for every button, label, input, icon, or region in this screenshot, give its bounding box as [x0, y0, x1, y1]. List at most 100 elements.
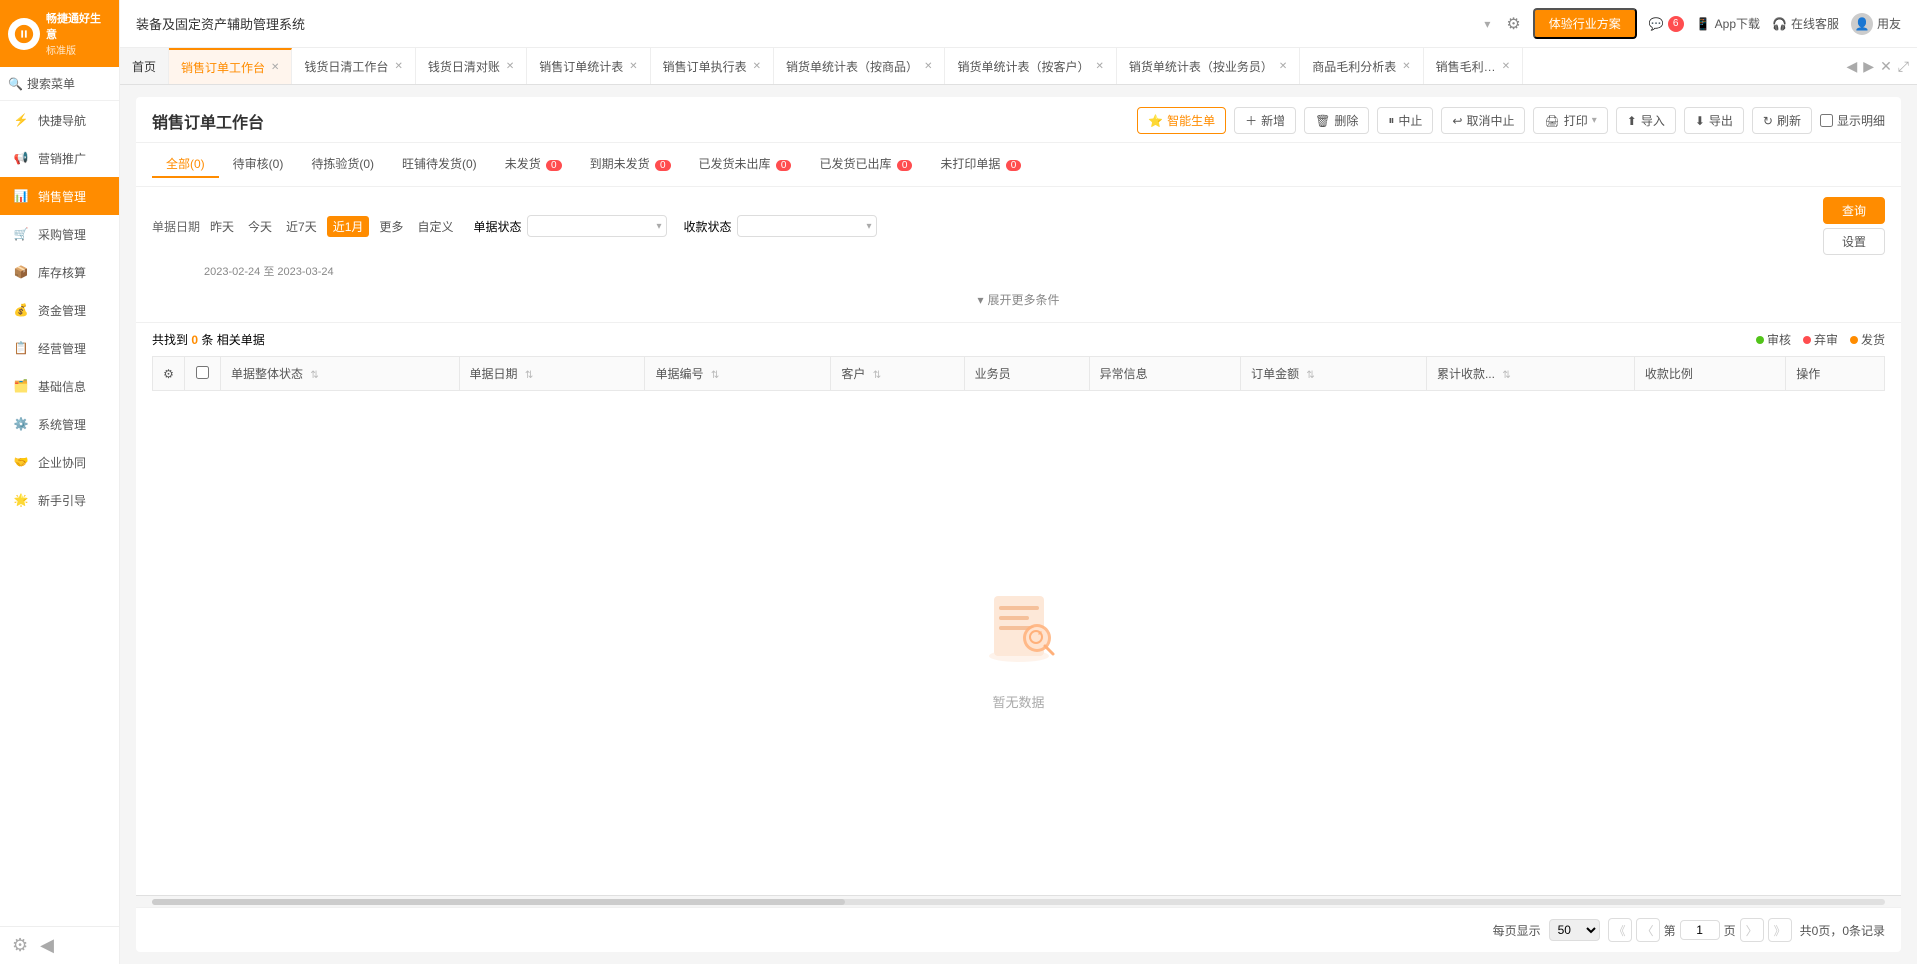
expand-conditions-button[interactable]: ▾ 展开更多条件 — [152, 287, 1885, 312]
pause-button[interactable]: ⏸ 中止 — [1377, 107, 1433, 134]
close-tab-icon[interactable]: ✕ — [506, 61, 514, 72]
sidebar-item-finance[interactable]: 💰 资金管理 — [0, 291, 119, 329]
tab-scroll-left-icon[interactable]: ◀ — [1847, 58, 1858, 75]
close-tab-icon[interactable]: ✕ — [271, 62, 279, 73]
new-button[interactable]: ＋ 新增 — [1234, 107, 1296, 134]
close-tab-icon[interactable]: ✕ — [1502, 61, 1510, 72]
page-label: 第 — [1664, 922, 1676, 939]
settings-gear-icon[interactable]: ⚙ — [12, 935, 28, 956]
next-page-button[interactable]: 〉 — [1740, 918, 1764, 942]
filter-tab-pending-check[interactable]: 待拣验货(0) — [297, 151, 388, 178]
tab-sales-order[interactable]: 销售订单工作台 ✕ — [169, 48, 292, 84]
app-download-button[interactable]: 📱 App下载 — [1696, 15, 1760, 32]
cancel-pause-button[interactable]: ↩ 取消中止 — [1441, 107, 1525, 134]
close-tab-icon[interactable]: ✕ — [1279, 61, 1287, 72]
message-button[interactable]: 💬 6 — [1649, 16, 1684, 32]
sidebar-item-search[interactable]: 🔍 搜索菜单 — [0, 67, 119, 101]
print-button[interactable]: 🖨 打印 ▾ — [1533, 107, 1607, 134]
date-option-more[interactable]: 更多 — [375, 216, 407, 237]
tab-sales-exec[interactable]: 销售订单执行表 ✕ — [651, 48, 774, 84]
status-select[interactable] — [527, 215, 667, 237]
sidebar-item-sales[interactable]: 📊 销售管理 — [0, 177, 119, 215]
gear-settings-icon[interactable]: ⚙ — [1506, 14, 1520, 34]
tab-home[interactable]: 首页 — [120, 48, 169, 84]
tab-sales-by-staff[interactable]: 销货单统计表（按业务员） ✕ — [1117, 48, 1300, 84]
filter-tab-all[interactable]: 全部(0) — [152, 151, 219, 178]
date-option-custom[interactable]: 自定义 — [413, 216, 457, 237]
print-label: 打印 — [1564, 112, 1588, 129]
show-detail-checkbox[interactable] — [1820, 114, 1833, 127]
cancel-audit-label: 弃审 — [1814, 331, 1838, 348]
sidebar-item-purchase[interactable]: 🛒 采购管理 — [0, 215, 119, 253]
close-tab-icon[interactable]: ✕ — [1402, 61, 1410, 72]
scrollbar-thumb[interactable] — [152, 899, 845, 905]
online-service-button[interactable]: 🎧 在线客服 — [1772, 15, 1839, 32]
prev-page-button[interactable]: 〈 — [1636, 918, 1660, 942]
close-tab-icon[interactable]: ✕ — [394, 61, 402, 72]
tab-sales-gross[interactable]: 销售毛利… ✕ — [1424, 48, 1523, 84]
status-label: 单据状态 — [473, 218, 521, 235]
filter-tab-shipped-out[interactable]: 已发货已出库 0 — [805, 151, 926, 178]
pagination-nav: 《 〈 第 页 〉 》 — [1608, 918, 1792, 942]
tab-gross-profit[interactable]: 商品毛利分析表 ✕ — [1300, 48, 1423, 84]
close-tab-icon[interactable]: ✕ — [924, 61, 932, 72]
close-all-tabs-icon[interactable]: ✕ — [1880, 58, 1892, 75]
collapse-icon[interactable]: ◀ — [40, 935, 54, 956]
date-option-today[interactable]: 今天 — [244, 216, 276, 237]
tab-sales-by-product[interactable]: 销货单统计表（按商品） ✕ — [774, 48, 945, 84]
filter-tab-not-printed[interactable]: 未打印单据 0 — [926, 151, 1035, 178]
first-page-button[interactable]: 《 — [1608, 918, 1632, 942]
payment-select[interactable] — [737, 215, 877, 237]
page-input[interactable] — [1680, 920, 1720, 940]
refresh-button[interactable]: ↻ 刷新 — [1752, 107, 1812, 134]
cancel-audit-action-button[interactable]: 弃审 — [1803, 331, 1838, 348]
cancel-pause-label: 取消中止 — [1466, 112, 1514, 129]
filter-tab-shipped-not-out[interactable]: 已发货未出库 0 — [685, 151, 806, 178]
smart-create-button[interactable]: ⭐ 智能生单 — [1137, 107, 1226, 134]
refresh-label: 刷新 — [1777, 112, 1801, 129]
date-option-7days[interactable]: 近7天 — [282, 216, 321, 237]
top-header: 装备及固定资产辅助管理系统 ▾ ⚙ 体验行业方案 💬 6 📱 App下载 🎧 在… — [120, 0, 1917, 48]
payment-select-wrapper — [737, 215, 877, 237]
filter-tab-shop-pending[interactable]: 旺铺待发货(0) — [388, 151, 491, 178]
sidebar-item-management[interactable]: 📋 经营管理 — [0, 329, 119, 367]
tab-sales-stat[interactable]: 销售订单统计表 ✕ — [527, 48, 650, 84]
audit-action-button[interactable]: 审核 — [1756, 331, 1791, 348]
sidebar-item-navigation[interactable]: ⚡ 快捷导航 — [0, 101, 119, 139]
query-button[interactable]: 查询 — [1823, 197, 1885, 224]
sidebar-item-guide[interactable]: 🌟 新手引导 — [0, 481, 119, 519]
sidebar-item-basic-info[interactable]: 🗂️ 基础信息 — [0, 367, 119, 405]
sidebar-item-marketing[interactable]: 📢 营销推广 — [0, 139, 119, 177]
close-tab-icon[interactable]: ✕ — [629, 61, 637, 72]
filter-tab-overdue[interactable]: 到期未发货 0 — [576, 151, 685, 178]
dropdown-arrow[interactable]: ▾ — [1484, 17, 1490, 31]
filter-tab-pending-review[interactable]: 待审核(0) — [219, 151, 298, 178]
tab-cash-clear[interactable]: 钱货日清工作台 ✕ — [292, 48, 415, 84]
data-table: ⚙ 单据整体状态 ⇅ 单据日期 ⇅ — [152, 356, 1885, 391]
print-dropdown-icon: ▾ — [1592, 115, 1597, 126]
last-page-button[interactable]: 》 — [1768, 918, 1792, 942]
sidebar-item-inventory[interactable]: 📦 库存核算 — [0, 253, 119, 291]
ship-action-button[interactable]: 发货 — [1850, 331, 1885, 348]
sidebar-item-system[interactable]: ⚙️ 系统管理 — [0, 405, 119, 443]
tab-sales-by-customer[interactable]: 销货单统计表（按客户） ✕ — [945, 48, 1116, 84]
date-option-yesterday[interactable]: 昨天 — [206, 216, 238, 237]
user-menu-button[interactable]: 👤 用友 — [1851, 13, 1901, 35]
online-service-label: 在线客服 — [1791, 15, 1839, 32]
per-page-select[interactable]: 50 100 — [1549, 919, 1600, 941]
close-tab-icon[interactable]: ✕ — [753, 61, 761, 72]
export-button[interactable]: ⬇ 导出 — [1684, 107, 1744, 134]
date-option-1month[interactable]: 近1月 — [327, 216, 370, 237]
close-tab-icon[interactable]: ✕ — [1095, 61, 1103, 72]
sidebar-item-cooperation[interactable]: 🤝 企业协同 — [0, 443, 119, 481]
delete-button[interactable]: 🗑 删除 — [1304, 107, 1369, 134]
select-all-checkbox[interactable] — [196, 366, 209, 379]
tab-cash-reconcile[interactable]: 钱货日清对账 ✕ — [416, 48, 527, 84]
filter-tab-unshipped[interactable]: 未发货 0 — [491, 151, 576, 178]
show-detail-label[interactable]: 显示明细 — [1820, 112, 1885, 129]
tab-scroll-right-icon[interactable]: ▶ — [1863, 58, 1874, 75]
import-button[interactable]: ⬆ 导入 — [1616, 107, 1676, 134]
experience-button[interactable]: 体验行业方案 — [1533, 8, 1637, 39]
settings-button[interactable]: 设置 — [1823, 228, 1885, 255]
maximize-icon[interactable]: ⤢ — [1898, 58, 1909, 75]
